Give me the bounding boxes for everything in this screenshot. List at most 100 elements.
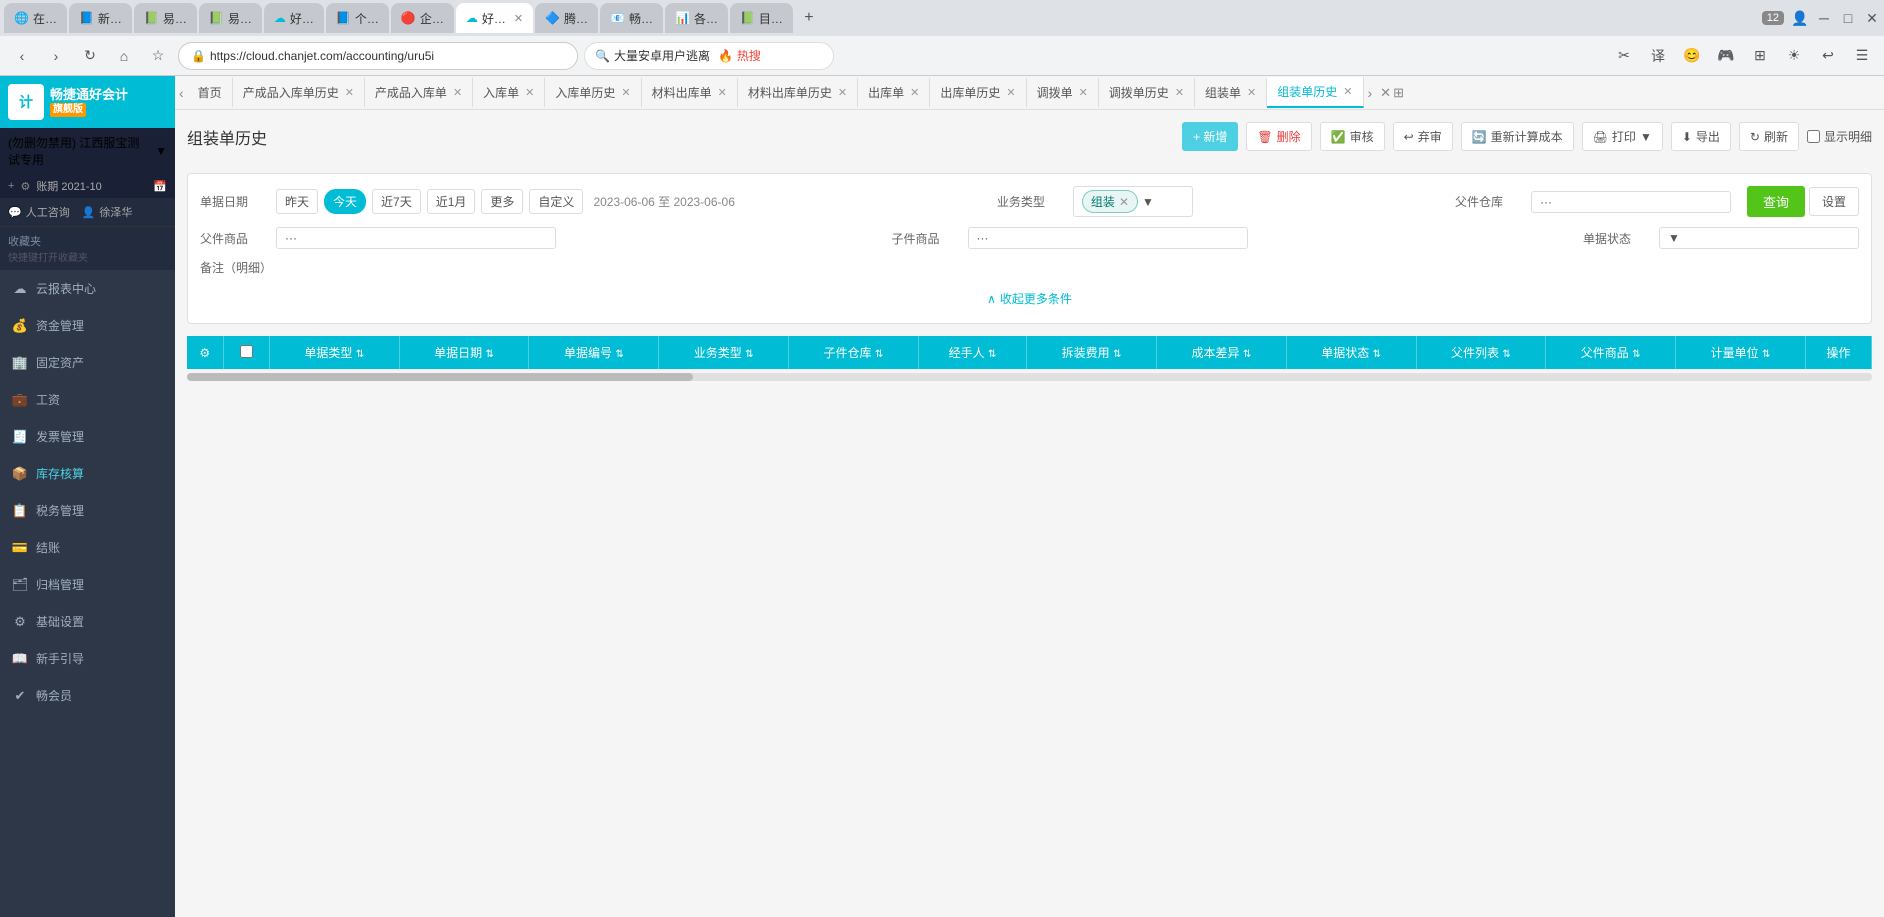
grid-icon[interactable]: ⊞ — [1746, 42, 1774, 70]
child-goods-input[interactable]: ··· — [968, 227, 1248, 249]
menu-icon[interactable]: ☰ — [1848, 42, 1876, 70]
reload-button[interactable]: ↻ — [76, 42, 104, 70]
bill-status-select[interactable]: ▼ — [1659, 227, 1859, 249]
sidebar-item-member[interactable]: ✔ 畅会员 — [0, 677, 175, 714]
settings-filter-button[interactable]: 设置 — [1809, 187, 1859, 216]
close-window-button[interactable]: ✕ — [1864, 10, 1880, 26]
page-tab-10-close[interactable]: ✕ — [1175, 86, 1184, 99]
browser-tab-9[interactable]: 📧 畅… — [600, 3, 663, 33]
col-disassemble-cost[interactable]: 拆装费用 ⇅ — [1027, 336, 1157, 369]
settings-icon-top[interactable]: ⚙ — [20, 180, 30, 193]
biz-type-tag-remove[interactable]: ✕ — [1119, 195, 1129, 209]
recalculate-button[interactable]: 🔄 重新计算成本 — [1461, 122, 1574, 151]
show-detail-checkbox[interactable]: 显示明细 — [1807, 128, 1872, 145]
col-checkbox[interactable] — [223, 336, 269, 369]
sidebar-item-archive[interactable]: 🗂 归档管理 — [0, 566, 175, 603]
abandon-button[interactable]: ↩ 弃审 — [1393, 122, 1453, 151]
date-btn-yesterday[interactable]: 昨天 — [276, 189, 318, 214]
date-btn-more[interactable]: 更多 — [481, 189, 523, 214]
page-tab-home[interactable]: 首页 — [188, 78, 233, 107]
parent-goods-input[interactable]: ··· — [276, 227, 556, 249]
tab-close-8[interactable]: ✕ — [514, 12, 523, 25]
page-tab-11[interactable]: 组装单 ✕ — [1195, 78, 1267, 107]
date-btn-today[interactable]: 今天 — [324, 189, 366, 214]
page-tab-2-close[interactable]: ✕ — [453, 86, 462, 99]
date-btn-7days[interactable]: 近7天 — [372, 189, 421, 214]
col-biz-type[interactable]: 业务类型 ⇅ — [659, 336, 789, 369]
browser-tab-7-active[interactable]: ☁ 好… ✕ — [456, 3, 533, 33]
page-tab-8[interactable]: 出库单历史 ✕ — [930, 78, 1026, 107]
page-tab-4[interactable]: 入库单历史 ✕ — [545, 78, 641, 107]
minimize-button[interactable]: ─ — [1816, 10, 1832, 26]
col-cost-diff[interactable]: 成本差异 ⇅ — [1156, 336, 1286, 369]
tab-scroll-right[interactable]: › — [1364, 85, 1377, 101]
browser-tab-6[interactable]: 🔴 企… — [391, 3, 454, 33]
page-tab-2[interactable]: 产成品入库单 ✕ — [365, 78, 473, 107]
url-bar[interactable]: 🔒 https://cloud.chanjet.com/accounting/u… — [178, 42, 578, 70]
brightness-icon[interactable]: ☀ — [1780, 42, 1808, 70]
sidebar-item-fund[interactable]: 💰 资金管理 — [0, 307, 175, 344]
sidebar-item-salary[interactable]: 💼 工资 — [0, 381, 175, 418]
browser-tab-3[interactable]: 📗 易… — [199, 3, 262, 33]
export-button[interactable]: ⬇ 导出 — [1671, 122, 1731, 151]
tab-scroll-left[interactable]: ‹ — [175, 85, 188, 101]
browser-tab-2[interactable]: 📗 易… — [134, 3, 197, 33]
page-tab-9-close[interactable]: ✕ — [1079, 86, 1088, 99]
home-button[interactable]: ⌂ — [110, 42, 138, 70]
bookmark-button[interactable]: ☆ — [144, 42, 172, 70]
col-bill-status[interactable]: 单据状态 ⇅ — [1286, 336, 1416, 369]
profile-icon[interactable]: 👤 — [1792, 10, 1808, 26]
page-tab-7[interactable]: 出库单 ✕ — [858, 78, 930, 107]
page-tab-12-close[interactable]: ✕ — [1343, 85, 1352, 98]
review-button[interactable]: ✅ 审核 — [1320, 122, 1385, 151]
collapse-filter-button[interactable]: ∧ 收起更多条件 — [200, 286, 1859, 311]
query-button[interactable]: 查询 — [1747, 186, 1805, 217]
maximize-button[interactable]: □ — [1840, 10, 1856, 26]
col-handler[interactable]: 经手人 ⇅ — [918, 336, 1026, 369]
scrollbar-thumb[interactable] — [187, 373, 693, 381]
page-tab-1-close[interactable]: ✕ — [345, 86, 354, 99]
sidebar-item-settlement[interactable]: 💳 结账 — [0, 529, 175, 566]
forward-button[interactable]: › — [42, 42, 70, 70]
col-child-warehouse[interactable]: 子件仓库 ⇅ — [789, 336, 919, 369]
tab-close-current[interactable]: ✕ — [1380, 85, 1391, 101]
col-bill-type[interactable]: 单据类型 ⇅ — [269, 336, 399, 369]
date-btn-1month[interactable]: 近1月 — [427, 189, 476, 214]
back-button[interactable]: ‹ — [8, 42, 36, 70]
browser-tab-11[interactable]: 📗 目… — [730, 3, 793, 33]
page-tab-12-active[interactable]: 组装单历史 ✕ — [1267, 77, 1363, 108]
sidebar-item-cloud-report[interactable]: ☁ 云报表中心 — [0, 270, 175, 307]
sidebar-item-invoice[interactable]: 🧾 发票管理 — [0, 418, 175, 455]
refresh-button[interactable]: ↻ 刷新 — [1739, 122, 1799, 151]
browser-tab-5[interactable]: 📘 个… — [326, 3, 389, 33]
scissors-icon[interactable]: ✂ — [1610, 42, 1638, 70]
print-button[interactable]: 🖨 打印 ▼ — [1582, 122, 1663, 151]
sidebar-item-fixed-asset[interactable]: 🏢 固定资产 — [0, 344, 175, 381]
page-tab-5-close[interactable]: ✕ — [718, 86, 727, 99]
tab-add-button[interactable]: + — [795, 4, 823, 32]
sidebar-item-tax[interactable]: 📋 税务管理 — [0, 492, 175, 529]
page-tab-6-close[interactable]: ✕ — [838, 86, 847, 99]
select-all-checkbox[interactable] — [240, 345, 253, 358]
page-tab-7-close[interactable]: ✕ — [910, 86, 919, 99]
col-bill-date[interactable]: 单据日期 ⇅ — [399, 336, 529, 369]
page-tab-10[interactable]: 调拨单历史 ✕ — [1099, 78, 1195, 107]
sidebar-item-inventory[interactable]: 📦 库存核算 — [0, 455, 175, 492]
emoji-icon[interactable]: 😊 — [1678, 42, 1706, 70]
new-button[interactable]: + 新增 — [1182, 122, 1238, 151]
support-icon[interactable]: 💬 — [8, 206, 22, 219]
browser-tab-1[interactable]: 📘 新… — [69, 3, 132, 33]
show-detail-input[interactable] — [1807, 130, 1820, 143]
game-icon[interactable]: 🎮 — [1712, 42, 1740, 70]
calendar-icon[interactable]: 📅 — [153, 180, 167, 193]
browser-tab-10[interactable]: 📊 各… — [665, 3, 728, 33]
col-unit[interactable]: 计量单位 ⇅ — [1676, 336, 1806, 369]
sidebar-item-guide[interactable]: 📖 新手引导 — [0, 640, 175, 677]
sidebar-item-settings[interactable]: ⚙ 基础设置 — [0, 603, 175, 640]
page-tab-5[interactable]: 材料出库单 ✕ — [642, 78, 738, 107]
biz-type-select[interactable]: 组装 ✕ ▼ — [1073, 186, 1193, 217]
page-tab-6[interactable]: 材料出库单历史 ✕ — [738, 78, 858, 107]
browser-tab-in[interactable]: 🌐 在… — [4, 3, 67, 33]
col-bill-no[interactable]: 单据编号 ⇅ — [529, 336, 659, 369]
col-settings[interactable]: ⚙ — [187, 336, 223, 369]
